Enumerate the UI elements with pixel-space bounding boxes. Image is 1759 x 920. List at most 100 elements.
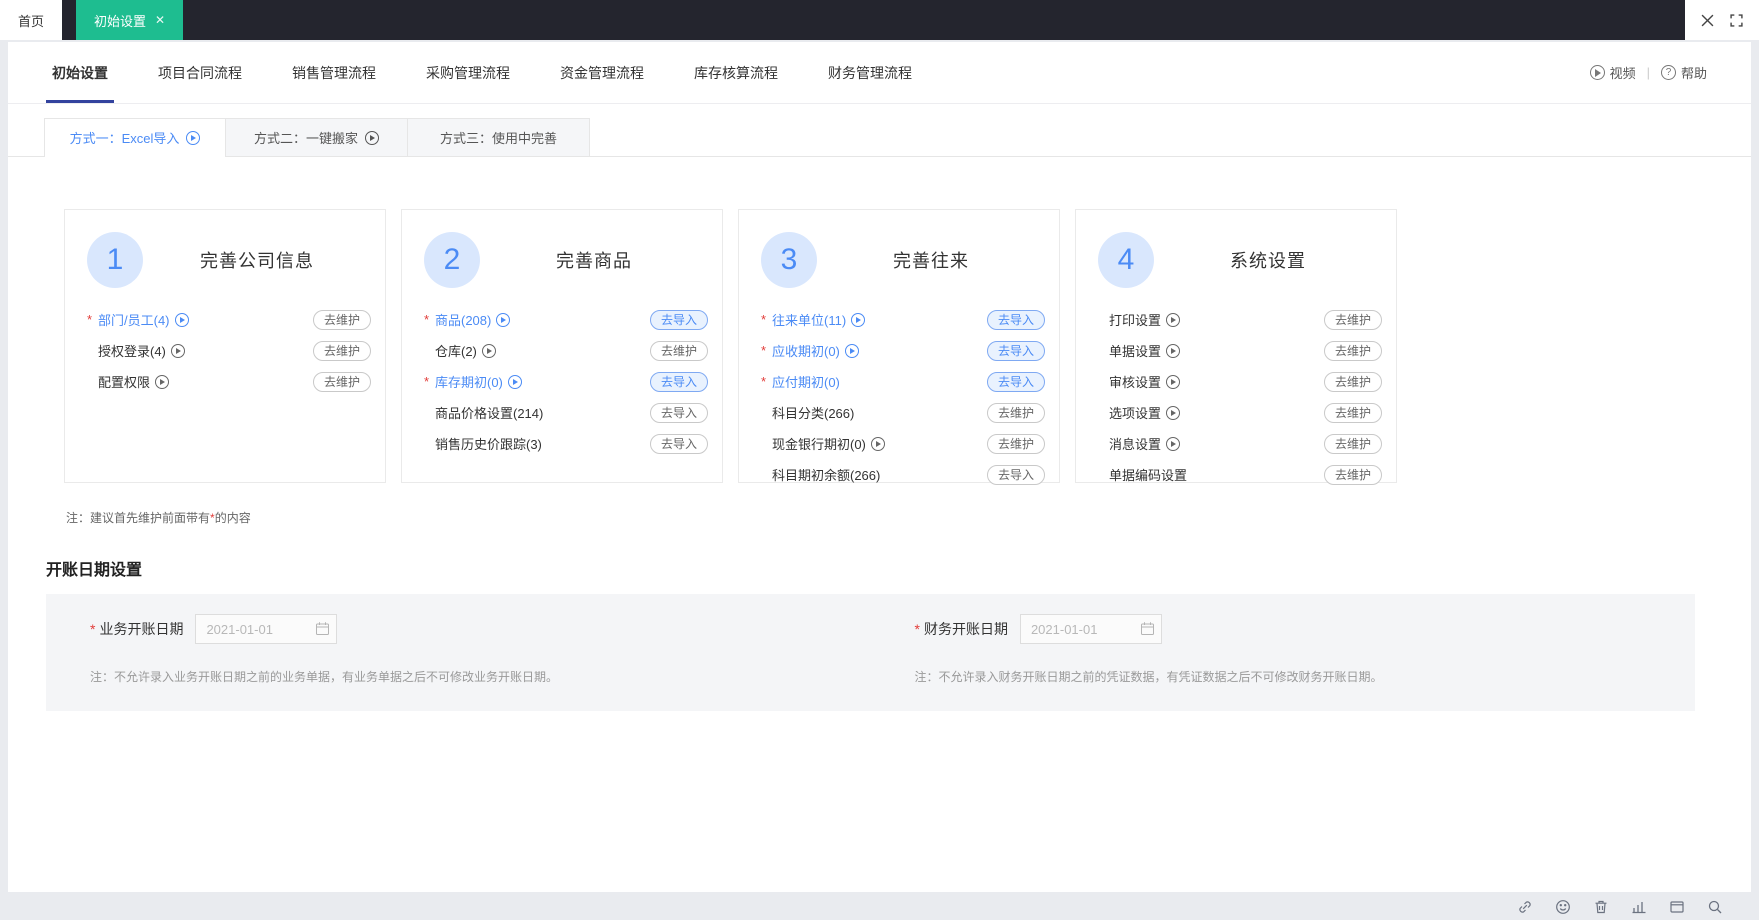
method-tab-label: 方式三：使用中完善 <box>439 131 557 146</box>
play-circle-icon[interactable] <box>496 312 511 327</box>
stats-icon[interactable] <box>1631 899 1647 915</box>
item-label: 现金银行期初(0) <box>772 437 866 452</box>
import-button[interactable]: 去导入 <box>649 309 708 330</box>
window-tab-home[interactable]: 首页 <box>0 0 63 40</box>
card-item: 科目分类(266) 去维护 <box>761 397 1045 428</box>
calendar-icon[interactable] <box>315 621 330 639</box>
divider: | <box>1646 65 1650 80</box>
play-circle-icon[interactable] <box>1166 436 1181 451</box>
tab-close-icon[interactable]: ✕ <box>155 13 165 27</box>
card-item: * 商品(208) 去导入 <box>424 304 708 335</box>
required-star: * <box>761 312 767 327</box>
video-label: 视频 <box>1609 66 1636 81</box>
note-suffix: 的内容 <box>214 511 251 525</box>
card-title: 完善商品 <box>556 251 632 271</box>
play-circle-icon[interactable] <box>174 312 189 327</box>
search-icon[interactable] <box>1707 899 1723 915</box>
window-tab-initial-setup[interactable]: 初始设置 ✕ <box>76 0 184 40</box>
import-button[interactable]: 去导入 <box>986 464 1045 485</box>
maintain-button[interactable]: 去维护 <box>649 340 708 361</box>
play-circle-icon[interactable] <box>1166 312 1181 327</box>
item-label[interactable]: 往来单位(11) <box>772 310 846 329</box>
item-label[interactable]: 商品(208) <box>435 310 491 329</box>
method-tab-one-key-move[interactable]: 方式二：一键搬家 <box>226 118 408 156</box>
required-star: * <box>424 312 430 327</box>
tab-inventory-flow[interactable]: 库存核算流程 <box>694 42 778 103</box>
item-label[interactable]: 应付期初(0) <box>772 372 840 391</box>
play-circle-icon[interactable] <box>844 343 859 358</box>
video-link[interactable]: 视频 <box>1589 63 1636 82</box>
maintain-button[interactable]: 去维护 <box>1323 371 1382 392</box>
maintain-button[interactable]: 去维护 <box>1323 309 1382 330</box>
item-label[interactable]: 库存期初(0) <box>435 372 503 391</box>
card-partners: 3 完善往来 * 往来单位(11) 去导入 * 应收期初(0) 去导入 * 应付… <box>738 209 1060 485</box>
card-item: * 应付期初(0) 去导入 <box>761 366 1045 397</box>
play-circle-icon[interactable] <box>870 436 885 451</box>
window-icon[interactable] <box>1669 899 1685 915</box>
business-date-row: * 业务开账日期 <box>90 614 871 644</box>
item-label: 科目分类(266) <box>772 406 855 421</box>
method-tab-excel-import[interactable]: 方式一：Excel导入 <box>44 118 226 157</box>
maintain-button[interactable]: 去维护 <box>1323 464 1382 485</box>
emoji-icon[interactable] <box>1555 899 1571 915</box>
fullscreen-icon[interactable] <box>1730 13 1743 27</box>
calendar-icon[interactable] <box>1140 621 1155 639</box>
play-circle-icon[interactable] <box>507 374 522 389</box>
card-item: 单据设置 去维护 <box>1098 335 1382 366</box>
finance-date-col: * 财务开账日期 注：不允许录入财务开账日期之前的凭证数据，有凭证数据之后不可修… <box>871 614 1696 685</box>
import-button[interactable]: 去导入 <box>649 402 708 423</box>
maintain-button[interactable]: 去维护 <box>312 340 371 361</box>
maintain-button[interactable]: 去维护 <box>1323 402 1382 423</box>
required-star: * <box>761 343 767 358</box>
item-label[interactable]: 部门/员工(4) <box>98 310 170 329</box>
import-button[interactable]: 去导入 <box>986 371 1045 392</box>
footer-toolbar <box>1517 899 1723 915</box>
help-link[interactable]: 帮助 <box>1660 63 1707 82</box>
tab-sales-flow[interactable]: 销售管理流程 <box>292 42 376 103</box>
maintain-button[interactable]: 去维护 <box>312 309 371 330</box>
import-button[interactable]: 去导入 <box>649 433 708 454</box>
method-tab-improve-in-use[interactable]: 方式三：使用中完善 <box>408 118 590 156</box>
card-item: 单据编码设置 去维护 <box>1098 459 1382 490</box>
business-date-box <box>195 614 338 644</box>
trash-icon[interactable] <box>1593 899 1609 915</box>
card-item: 销售历史价跟踪(3) 去导入 <box>424 428 708 459</box>
import-button[interactable]: 去导入 <box>986 340 1045 361</box>
close-icon[interactable] <box>1701 14 1714 27</box>
play-circle-icon[interactable] <box>851 312 866 327</box>
card-company-info: 1 完善公司信息 * 部门/员工(4) 去维护 授权登录(4) 去维护 配置权限… <box>64 209 386 483</box>
step-number: 3 <box>761 232 817 288</box>
maintain-button[interactable]: 去维护 <box>1323 433 1382 454</box>
play-circle-icon[interactable] <box>481 343 496 358</box>
tab-funds-flow[interactable]: 资金管理流程 <box>560 42 644 103</box>
maintain-button[interactable]: 去维护 <box>986 433 1045 454</box>
step-number: 4 <box>1098 232 1154 288</box>
link-icon[interactable] <box>1517 899 1533 915</box>
item-label: 授权登录(4) <box>98 344 166 359</box>
play-circle-icon[interactable] <box>1166 343 1181 358</box>
import-button[interactable]: 去导入 <box>986 309 1045 330</box>
card-item: * 库存期初(0) 去导入 <box>424 366 708 397</box>
card-item: 审核设置 去维护 <box>1098 366 1382 397</box>
card-item: 现金银行期初(0) 去维护 <box>761 428 1045 459</box>
card-item: 授权登录(4) 去维护 <box>87 335 371 366</box>
item-label[interactable]: 应收期初(0) <box>772 341 840 360</box>
tab-finance-flow[interactable]: 财务管理流程 <box>828 42 912 103</box>
maintain-button[interactable]: 去维护 <box>1323 340 1382 361</box>
maintain-button[interactable]: 去维护 <box>312 371 371 392</box>
tab-initial-setup[interactable]: 初始设置 <box>46 42 114 103</box>
required-star: * <box>424 374 430 389</box>
card-item: 科目期初余额(266) 去导入 <box>761 459 1045 490</box>
play-circle-icon[interactable] <box>1166 405 1181 420</box>
play-circle-icon[interactable] <box>170 343 185 358</box>
maintain-button[interactable]: 去维护 <box>986 402 1045 423</box>
play-circle-icon <box>365 130 379 145</box>
play-circle-icon[interactable] <box>155 374 170 389</box>
card-item: 消息设置 去维护 <box>1098 428 1382 459</box>
tab-purchase-flow[interactable]: 采购管理流程 <box>426 42 510 103</box>
card-item: 商品价格设置(214) 去导入 <box>424 397 708 428</box>
import-button[interactable]: 去导入 <box>649 371 708 392</box>
card-header: 1 完善公司信息 <box>87 232 371 288</box>
tab-project-contract-flow[interactable]: 项目合同流程 <box>158 42 242 103</box>
play-circle-icon[interactable] <box>1166 374 1181 389</box>
